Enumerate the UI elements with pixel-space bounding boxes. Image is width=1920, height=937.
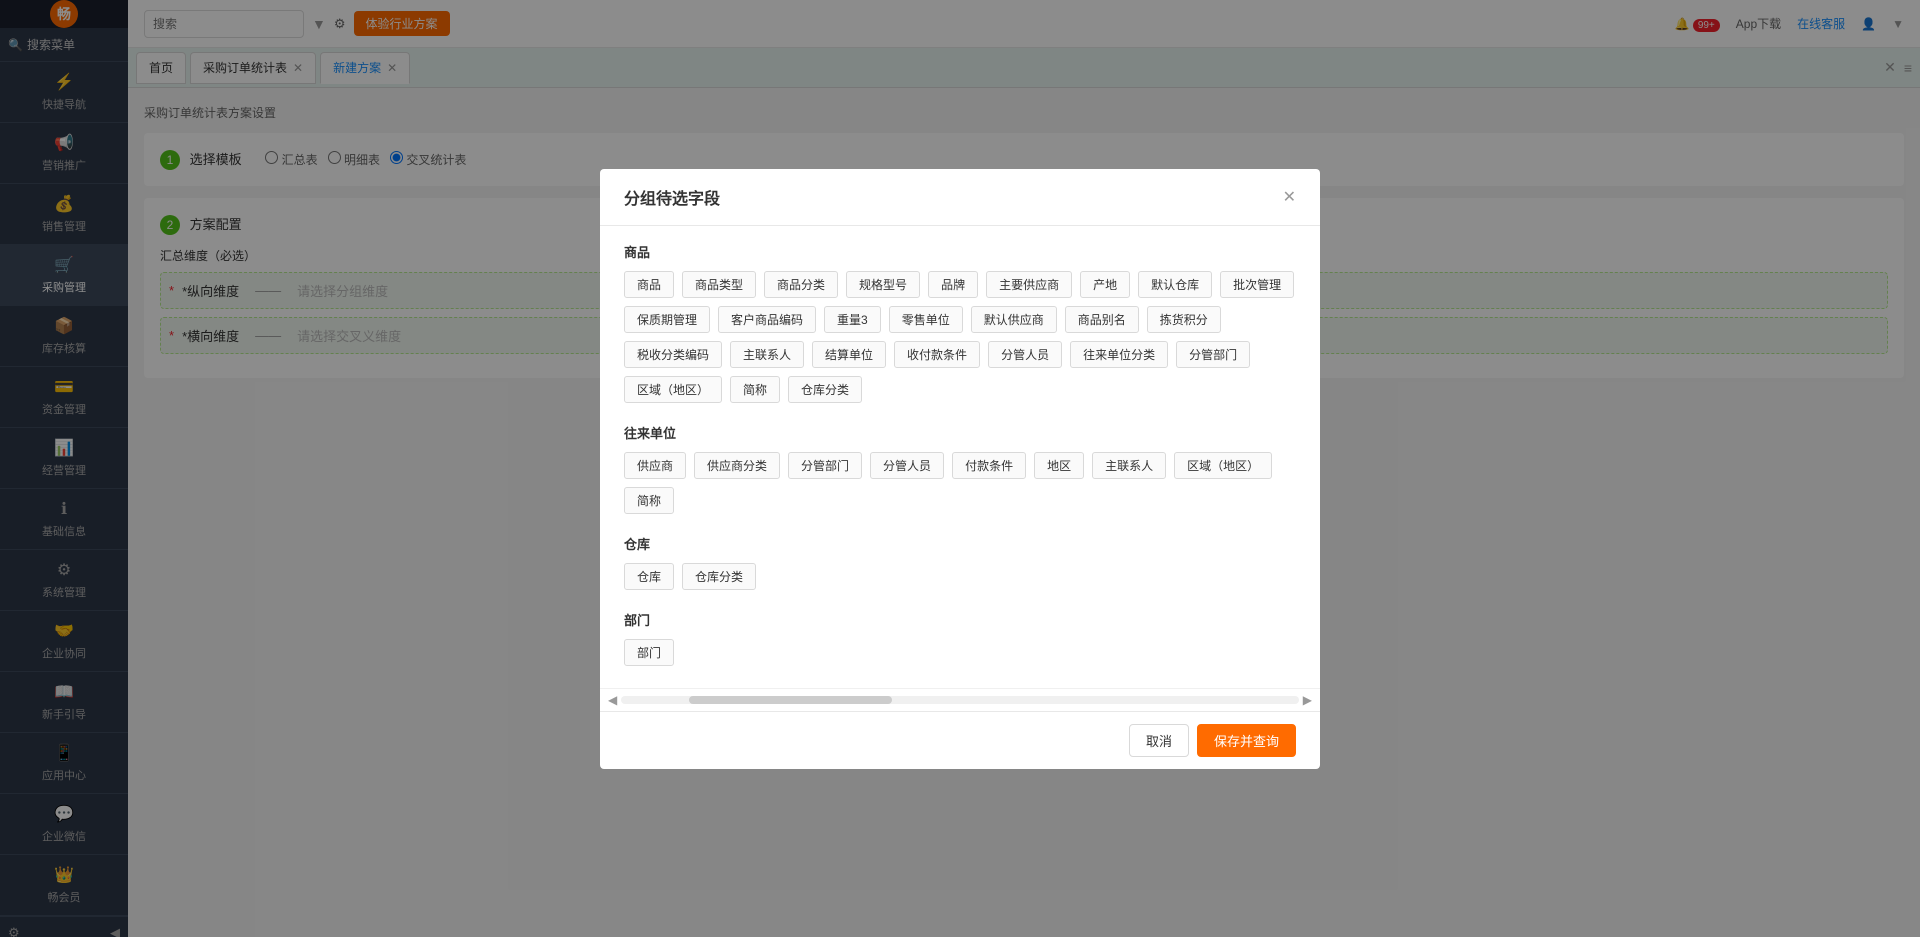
field-tag-counterparty-category[interactable]: 往来单位分类 bbox=[1070, 341, 1168, 368]
section-department: 部门 部门 bbox=[624, 610, 1296, 666]
field-tag-main-supplier[interactable]: 主要供应商 bbox=[986, 271, 1072, 298]
field-tag-supplier-category[interactable]: 供应商分类 bbox=[694, 452, 780, 479]
field-tag-manager[interactable]: 分管人员 bbox=[988, 341, 1062, 368]
field-select-modal: 分组待选字段 ✕ 商品 商品 商品类型 商品分类 规格型号 品牌 主要供应商 产… bbox=[600, 169, 1320, 769]
modal-footer: 取消 保存并查询 bbox=[600, 711, 1320, 769]
modal-body: 商品 商品 商品类型 商品分类 规格型号 品牌 主要供应商 产地 默认仓库 批次… bbox=[600, 226, 1320, 688]
field-tag-region[interactable]: 区域（地区） bbox=[624, 376, 722, 403]
field-tag-warehouse[interactable]: 仓库 bbox=[624, 563, 674, 590]
modal-hscroll: ◀ ▶ bbox=[600, 688, 1320, 711]
field-tag-expiry[interactable]: 保质期管理 bbox=[624, 306, 710, 333]
field-tag-manager2[interactable]: 分管人员 bbox=[870, 452, 944, 479]
hscroll-left-arrow[interactable]: ◀ bbox=[608, 693, 617, 707]
field-tag-dept[interactable]: 分管部门 bbox=[1176, 341, 1250, 368]
field-tag-customer-code[interactable]: 客户商品编码 bbox=[718, 306, 816, 333]
field-tag-region3[interactable]: 区域（地区） bbox=[1174, 452, 1272, 479]
section-warehouse-fields: 仓库 仓库分类 bbox=[624, 563, 1296, 590]
field-tag-payment-terms2[interactable]: 付款条件 bbox=[952, 452, 1026, 479]
hscroll-right-arrow[interactable]: ▶ bbox=[1303, 693, 1312, 707]
section-counterparty-fields: 供应商 供应商分类 分管部门 分管人员 付款条件 地区 主联系人 区域（地区） … bbox=[624, 452, 1296, 514]
field-tag-brand[interactable]: 品牌 bbox=[928, 271, 978, 298]
field-tag-spec[interactable]: 规格型号 bbox=[846, 271, 920, 298]
modal-title: 分组待选字段 bbox=[624, 185, 720, 209]
field-tag-settlement[interactable]: 结算单位 bbox=[812, 341, 886, 368]
field-tag-origin[interactable]: 产地 bbox=[1080, 271, 1130, 298]
field-tag-warehouse-category[interactable]: 仓库分类 bbox=[788, 376, 862, 403]
field-tag-shortname[interactable]: 简称 bbox=[730, 376, 780, 403]
field-tag-payment-terms[interactable]: 收付款条件 bbox=[894, 341, 980, 368]
field-tag-default-warehouse[interactable]: 默认仓库 bbox=[1138, 271, 1212, 298]
section-product-fields: 商品 商品类型 商品分类 规格型号 品牌 主要供应商 产地 默认仓库 批次管理 … bbox=[624, 271, 1296, 403]
field-tag-default-supplier[interactable]: 默认供应商 bbox=[971, 306, 1057, 333]
section-product: 商品 商品 商品类型 商品分类 规格型号 品牌 主要供应商 产地 默认仓库 批次… bbox=[624, 242, 1296, 403]
field-tag-tax-code[interactable]: 税收分类编码 bbox=[624, 341, 722, 368]
field-tag-dept2[interactable]: 分管部门 bbox=[788, 452, 862, 479]
hscroll-thumb bbox=[689, 696, 892, 704]
section-counterparty: 往来单位 供应商 供应商分类 分管部门 分管人员 付款条件 地区 主联系人 区域… bbox=[624, 423, 1296, 514]
field-tag-warehouse-cat[interactable]: 仓库分类 bbox=[682, 563, 756, 590]
modal-header: 分组待选字段 ✕ bbox=[600, 169, 1320, 226]
field-tag-department[interactable]: 部门 bbox=[624, 639, 674, 666]
section-product-title: 商品 bbox=[624, 242, 1296, 261]
field-tag-contact2[interactable]: 主联系人 bbox=[1092, 452, 1166, 479]
section-warehouse-title: 仓库 bbox=[624, 534, 1296, 553]
field-tag-weight[interactable]: 重量3 bbox=[824, 306, 881, 333]
modal-overlay: 分组待选字段 ✕ 商品 商品 商品类型 商品分类 规格型号 品牌 主要供应商 产… bbox=[0, 0, 1920, 937]
field-tag-shortname2[interactable]: 简称 bbox=[624, 487, 674, 514]
section-counterparty-title: 往来单位 bbox=[624, 423, 1296, 442]
section-warehouse: 仓库 仓库 仓库分类 bbox=[624, 534, 1296, 590]
hscroll-bar[interactable] bbox=[621, 696, 1299, 704]
field-tag-contact[interactable]: 主联系人 bbox=[730, 341, 804, 368]
field-tag-region2[interactable]: 地区 bbox=[1034, 452, 1084, 479]
field-tag-pick-score[interactable]: 拣货积分 bbox=[1147, 306, 1221, 333]
modal-close-button[interactable]: ✕ bbox=[1283, 187, 1296, 207]
modal-cancel-button[interactable]: 取消 bbox=[1129, 724, 1189, 757]
section-department-fields: 部门 bbox=[624, 639, 1296, 666]
section-department-title: 部门 bbox=[624, 610, 1296, 629]
field-tag-product-type[interactable]: 商品类型 bbox=[682, 271, 756, 298]
modal-confirm-button[interactable]: 保存并查询 bbox=[1197, 724, 1296, 757]
field-tag-product-category[interactable]: 商品分类 bbox=[764, 271, 838, 298]
field-tag-supplier[interactable]: 供应商 bbox=[624, 452, 686, 479]
field-tag-product[interactable]: 商品 bbox=[624, 271, 674, 298]
field-tag-retail-unit[interactable]: 零售单位 bbox=[889, 306, 963, 333]
field-tag-alias[interactable]: 商品别名 bbox=[1065, 306, 1139, 333]
field-tag-batch[interactable]: 批次管理 bbox=[1220, 271, 1294, 298]
